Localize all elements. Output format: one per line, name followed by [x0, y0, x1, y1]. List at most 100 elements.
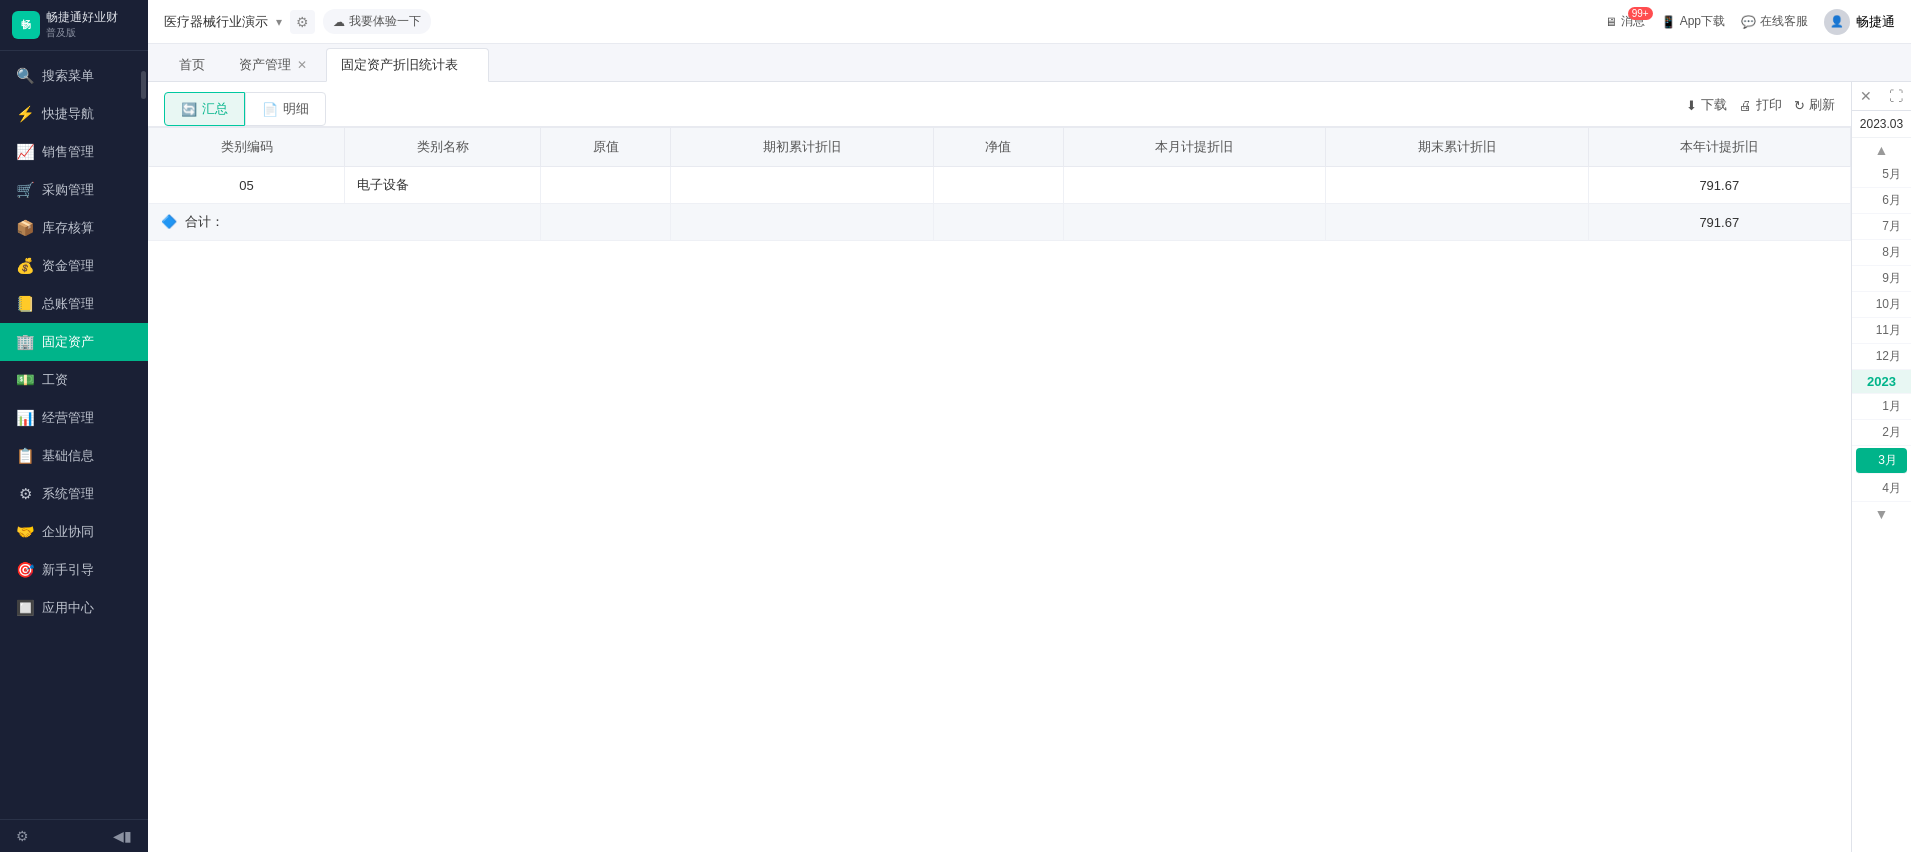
topbar-left: 医疗器械行业演示 ▾ ⚙ ☁ 我要体验一下 [164, 9, 431, 34]
sidebar-item-label: 快捷导航 [42, 105, 94, 123]
app-logo-icon: 畅 [12, 11, 40, 39]
sidebar-item-basic-info[interactable]: 📋 基础信息 [0, 437, 148, 475]
download-icon: 📱 [1661, 15, 1676, 29]
refresh-button[interactable]: ↻ 刷新 [1794, 96, 1835, 114]
sidebar-item-ledger[interactable]: 📒 总账管理 [0, 285, 148, 323]
month-item-11[interactable]: 11月 [1852, 318, 1911, 344]
print-label: 打印 [1756, 96, 1782, 114]
tab-asset-mgmt-close[interactable]: ✕ [297, 58, 307, 72]
print-button[interactable]: 🖨 打印 [1739, 96, 1782, 114]
depreciation-table: 类别编码 类别名称 原值 期初累计折旧 净值 本月计提折旧 期末累计折旧 本年计… [148, 127, 1851, 241]
subtab-detail-label: 明细 [283, 100, 309, 118]
year-section-prev: 5月 6月 7月 8月 9月 10月 11月 12月 [1852, 162, 1911, 370]
sidebar-item-label: 搜索菜单 [42, 67, 94, 85]
col-monthly-depr: 本月计提折旧 [1063, 128, 1325, 167]
sidebar-item-label: 企业协同 [42, 523, 94, 541]
subtab-detail[interactable]: 📄 明细 [245, 92, 326, 126]
topbar: 医疗器械行业演示 ▾ ⚙ ☁ 我要体验一下 🖥 消息 99+ 📱 App下载 💬… [148, 0, 1911, 44]
tab-asset-mgmt[interactable]: 资产管理 ✕ [224, 48, 322, 81]
inventory-icon: 📦 [16, 219, 34, 237]
sidebar-scrollbar [141, 71, 146, 99]
right-panel-down-arrow[interactable]: ▼ [1852, 502, 1911, 526]
subtab-left: 🔄 汇总 📄 明细 [164, 92, 326, 126]
year-section-2023: 1月 2月 3月 4月 [1852, 394, 1911, 502]
sidebar-item-system[interactable]: ⚙ 系统管理 [0, 475, 148, 513]
refresh-icon: ↻ [1794, 98, 1805, 113]
content-area: 🔄 汇总 📄 明细 ⬇ 下载 🖨 打印 [148, 82, 1911, 852]
download-label: App下载 [1680, 13, 1725, 30]
sidebar-item-guide[interactable]: 🎯 新手引导 [0, 551, 148, 589]
month-item-5[interactable]: 5月 [1852, 162, 1911, 188]
subtab-summary-icon: 🔄 [181, 102, 197, 117]
appstore-icon: 🔲 [16, 599, 34, 617]
collapse-sidebar-button[interactable]: ◀▮ [113, 828, 132, 844]
sidebar-item-fixed-assets[interactable]: 🏢 固定资产 [0, 323, 148, 361]
month-item-6[interactable]: 6月 [1852, 188, 1911, 214]
right-panel-close-button[interactable]: ✕ [1860, 88, 1872, 104]
user-menu[interactable]: 👤 畅捷通 [1824, 9, 1895, 35]
sidebar-item-inventory[interactable]: 📦 库存核算 [0, 209, 148, 247]
sidebar-item-label: 资金管理 [42, 257, 94, 275]
sidebar-item-finance[interactable]: 💰 资金管理 [0, 247, 148, 285]
month-item-2023-4[interactable]: 4月 [1852, 476, 1911, 502]
quicknav-icon: ⚡ [16, 105, 34, 123]
cell-monthly-depr [1063, 167, 1325, 204]
avatar: 👤 [1824, 9, 1850, 35]
sidebar-item-payroll[interactable]: 💵 工资 [0, 361, 148, 399]
sidebar-item-appstore[interactable]: 🔲 应用中心 [0, 589, 148, 627]
sidebar-item-management[interactable]: 📊 经营管理 [0, 399, 148, 437]
total-net [933, 204, 1063, 241]
month-item-9[interactable]: 9月 [1852, 266, 1911, 292]
cell-code: 05 [149, 167, 345, 204]
month-item-2023-1[interactable]: 1月 [1852, 394, 1911, 420]
tab-fixed-depreciation-label: 固定资产折旧统计表 [341, 56, 458, 74]
subtab-summary-label: 汇总 [202, 100, 228, 118]
sidebar-item-label: 总账管理 [42, 295, 94, 313]
online-service-button[interactable]: 💬 在线客服 [1741, 13, 1808, 30]
right-panel-up-arrow[interactable]: ▲ [1852, 138, 1911, 162]
right-panel-title: 2023.03 [1852, 111, 1911, 138]
right-panel-expand-button[interactable]: ⛶ [1889, 88, 1903, 104]
sidebar-item-collab[interactable]: 🤝 企业协同 [0, 513, 148, 551]
sidebar-footer: ⚙ ◀▮ [0, 819, 148, 852]
app-download-button[interactable]: 📱 App下载 [1661, 13, 1725, 30]
topbar-settings-icon[interactable]: ⚙ [290, 10, 315, 34]
month-item-12[interactable]: 12月 [1852, 344, 1911, 370]
company-dropdown-icon[interactable]: ▾ [276, 15, 282, 29]
app-name: 畅捷通好业财 [46, 10, 118, 26]
total-annual-depr: 791.67 [1588, 204, 1850, 241]
download-button[interactable]: ⬇ 下载 [1686, 96, 1727, 114]
subtab-summary[interactable]: 🔄 汇总 [164, 92, 245, 126]
purchase-icon: 🛒 [16, 181, 34, 199]
settings-footer-icon[interactable]: ⚙ [16, 828, 29, 844]
month-item-8[interactable]: 8月 [1852, 240, 1911, 266]
experience-button[interactable]: ☁ 我要体验一下 [323, 9, 431, 34]
tab-fixed-depreciation[interactable]: 固定资产折旧统计表 ✕ [326, 48, 489, 82]
username: 畅捷通 [1856, 13, 1895, 31]
total-icon: 🔷 [161, 214, 177, 229]
print-icon: 🖨 [1739, 98, 1752, 113]
sidebar-item-label: 新手引导 [42, 561, 94, 579]
tab-fixed-depreciation-close[interactable]: ✕ [464, 58, 474, 72]
tab-asset-mgmt-label: 资产管理 [239, 56, 291, 74]
sidebar-logo: 畅 畅捷通好业财 普及版 [0, 0, 148, 51]
sidebar-item-quicknav[interactable]: ⚡ 快捷导航 [0, 95, 148, 133]
month-item-10[interactable]: 10月 [1852, 292, 1911, 318]
month-item-7[interactable]: 7月 [1852, 214, 1911, 240]
month-item-2023-2[interactable]: 2月 [1852, 420, 1911, 446]
company-name: 医疗器械行业演示 [164, 13, 268, 31]
subtab-actions: ⬇ 下载 🖨 打印 ↻ 刷新 [1686, 96, 1835, 122]
sidebar-item-sales[interactable]: 📈 销售管理 [0, 133, 148, 171]
table-row: 05 电子设备 791.67 [149, 167, 1851, 204]
messages-button[interactable]: 🖥 消息 99+ [1605, 13, 1645, 30]
download-action-icon: ⬇ [1686, 98, 1697, 113]
tab-home[interactable]: 首页 [164, 48, 220, 81]
fixed-assets-icon: 🏢 [16, 333, 34, 351]
service-icon: 💬 [1741, 15, 1756, 29]
sidebar-item-search[interactable]: 🔍 搜索菜单 [0, 57, 148, 95]
service-label: 在线客服 [1760, 13, 1808, 30]
topbar-right: 🖥 消息 99+ 📱 App下载 💬 在线客服 👤 畅捷通 [1605, 9, 1895, 35]
month-item-2023-3[interactable]: 3月 [1856, 448, 1907, 474]
messages-icon: 🖥 [1605, 15, 1617, 29]
sidebar-item-purchase[interactable]: 🛒 采购管理 [0, 171, 148, 209]
